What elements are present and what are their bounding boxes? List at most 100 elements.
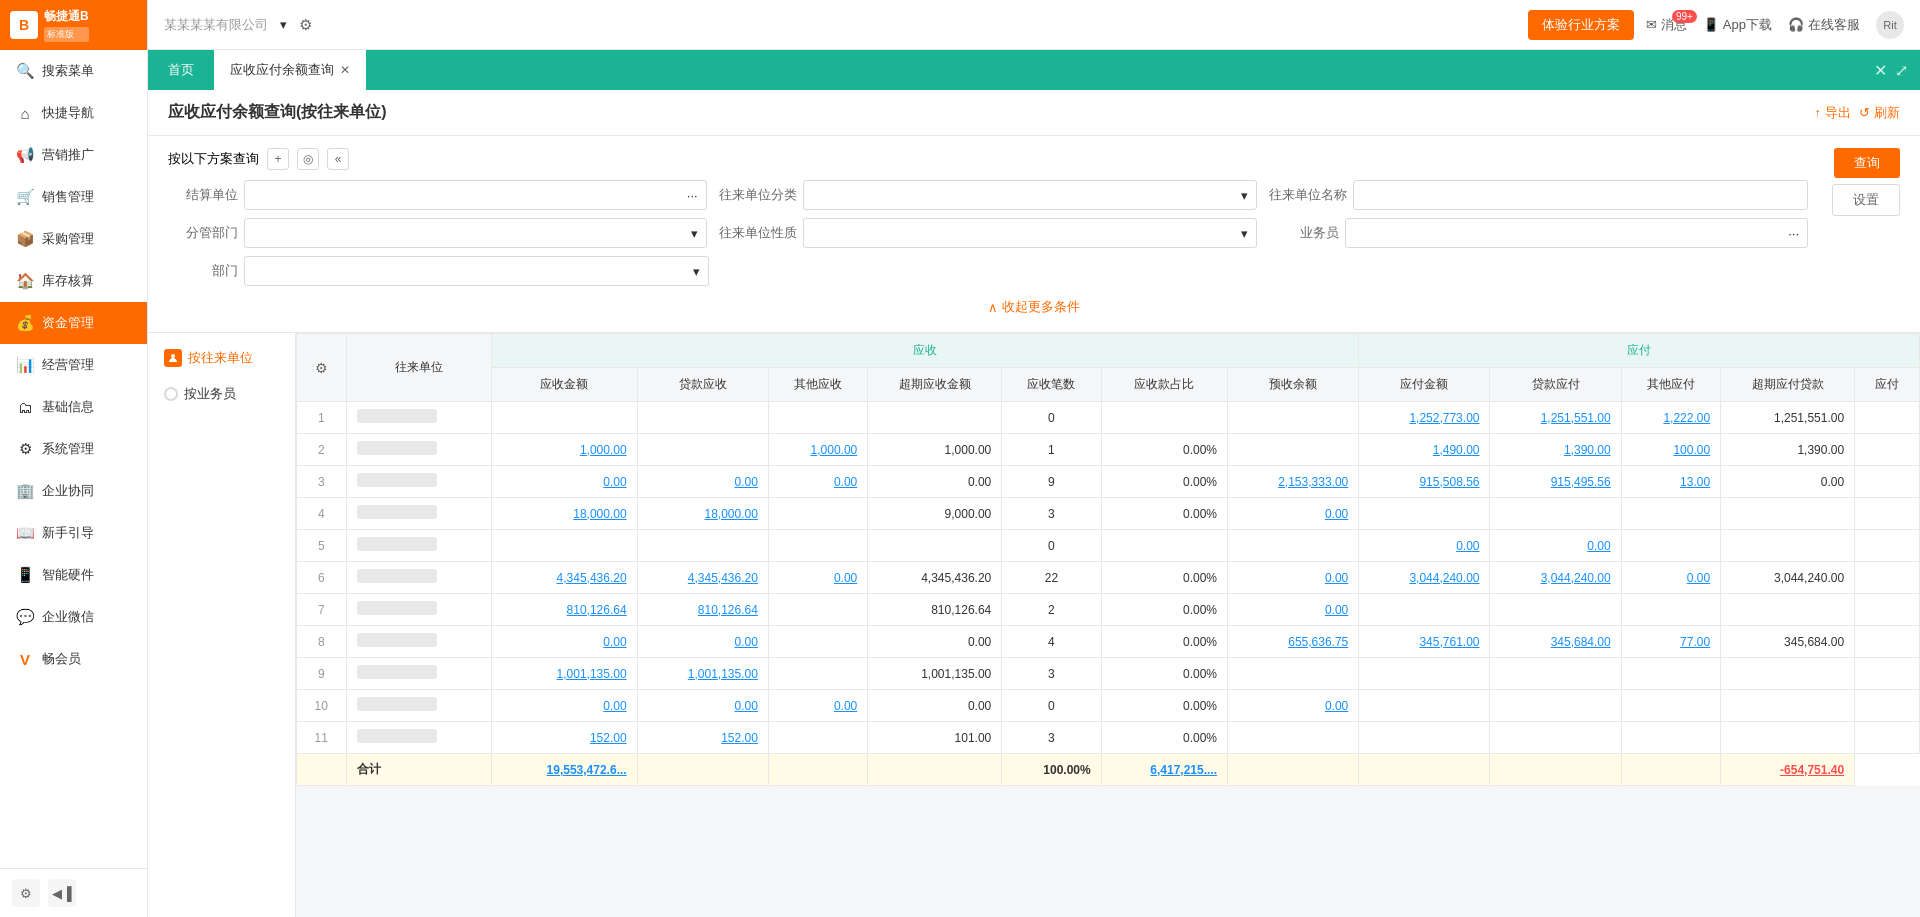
export-btn[interactable]: ↑ 导出 bbox=[1815, 104, 1852, 122]
cell-value[interactable]: 810,126.64 bbox=[637, 594, 768, 626]
tab-home[interactable]: 首页 bbox=[148, 50, 214, 90]
cell-value[interactable]: 0.00 bbox=[1621, 562, 1720, 594]
online-service-action[interactable]: 🎧 在线客服 bbox=[1788, 16, 1860, 34]
cell-value[interactable]: 3,044,240.00 bbox=[1490, 562, 1621, 594]
sidebar-item-search[interactable]: 🔍 搜索菜单 bbox=[0, 50, 147, 92]
footer-prepaid-total[interactable]: 6,417,215.... bbox=[1101, 754, 1227, 786]
sidebar-item-member[interactable]: V 畅会员 bbox=[0, 638, 147, 680]
tab-receivable[interactable]: 应收应付余额查询 ✕ bbox=[214, 50, 366, 90]
sidebar-item-finance[interactable]: 💰 资金管理 bbox=[0, 302, 147, 344]
unit-category-select[interactable]: ▾ bbox=[803, 180, 1258, 210]
cell-value[interactable]: 1,001,135.00 bbox=[492, 658, 638, 690]
cell-value[interactable]: 4,345,436.20 bbox=[637, 562, 768, 594]
cell-value[interactable]: 0.00 bbox=[1228, 594, 1359, 626]
sidebar-item-basic[interactable]: 🗂 基础信息 bbox=[0, 386, 147, 428]
tab-close-window-icon[interactable]: ✕ bbox=[1874, 61, 1887, 80]
cell-value[interactable]: 810,126.64 bbox=[492, 594, 638, 626]
cell-value[interactable]: 1,390.00 bbox=[1490, 434, 1621, 466]
sidebar-item-inventory[interactable]: 🏠 库存核算 bbox=[0, 260, 147, 302]
solution-btn[interactable]: 体验行业方案 bbox=[1528, 10, 1634, 40]
left-panel-item-byunit[interactable]: 按往来单位 bbox=[148, 341, 295, 375]
company-dropdown[interactable]: ▾ bbox=[280, 17, 287, 32]
cell-value[interactable]: 77.00 bbox=[1621, 626, 1720, 658]
cell-value[interactable]: 0.00 bbox=[637, 690, 768, 722]
tab-close-icon[interactable]: ✕ bbox=[340, 63, 350, 77]
sidebar-item-marketing[interactable]: 📢 营销推广 bbox=[0, 134, 147, 176]
cell-value[interactable]: 18,000.00 bbox=[492, 498, 638, 530]
cell-value[interactable]: 0.00 bbox=[492, 466, 638, 498]
sidebar-item-system[interactable]: ⚙ 系统管理 bbox=[0, 428, 147, 470]
set-btn[interactable]: 设置 bbox=[1832, 184, 1900, 216]
cell-value[interactable]: 0.00 bbox=[1359, 530, 1490, 562]
cell-value[interactable]: 1,222.00 bbox=[1621, 402, 1720, 434]
cell-value[interactable]: 0.00 bbox=[492, 626, 638, 658]
messages-action[interactable]: ✉ 消息 99+ bbox=[1646, 16, 1687, 34]
cell-value[interactable]: 915,508.56 bbox=[1359, 466, 1490, 498]
sidebar-item-wechat[interactable]: 💬 企业微信 bbox=[0, 596, 147, 638]
cell-value[interactable]: 655,636.75 bbox=[1228, 626, 1359, 658]
sidebar-item-operations[interactable]: 📊 经营管理 bbox=[0, 344, 147, 386]
cell-value[interactable]: 915,495.56 bbox=[1490, 466, 1621, 498]
cell-value[interactable]: 0.00 bbox=[637, 466, 768, 498]
settings-bottom-btn[interactable]: ⚙ bbox=[12, 879, 40, 907]
app-download-action[interactable]: 📱 App下载 bbox=[1703, 16, 1772, 34]
salesman-input[interactable]: ··· bbox=[1345, 218, 1808, 248]
jiesuan-input[interactable]: ··· bbox=[244, 180, 707, 210]
add-filter-btn[interactable]: + bbox=[267, 148, 289, 170]
gear-icon[interactable]: ⚙ bbox=[299, 16, 312, 34]
cell-empty bbox=[768, 530, 867, 562]
collapse-filter-btn[interactable]: « bbox=[327, 148, 349, 170]
cell-value[interactable]: 2,153,333.00 bbox=[1228, 466, 1359, 498]
cell-value[interactable]: 0.00 bbox=[492, 690, 638, 722]
cell-value[interactable]: 1,000.00 bbox=[492, 434, 638, 466]
collapse-btn[interactable]: ∧ 收起更多条件 bbox=[168, 294, 1900, 320]
cell-value[interactable]: 1,000.00 bbox=[768, 434, 867, 466]
cell-value[interactable]: 152.00 bbox=[637, 722, 768, 754]
tab-maximize-icon[interactable]: ⤢ bbox=[1895, 61, 1908, 80]
cell-value[interactable]: 100.00 bbox=[1621, 434, 1720, 466]
dept-select[interactable]: ▾ bbox=[244, 218, 707, 248]
table-wrapper[interactable]: ⚙ 往来单位 应收 应付 应收金额 贷款应收 其他应收 超期应收金额 应收笔数 bbox=[296, 333, 1920, 917]
cell-value[interactable]: 3,044,240.00 bbox=[1359, 562, 1490, 594]
table-settings-icon[interactable]: ⚙ bbox=[315, 360, 328, 376]
query-btn[interactable]: 查询 bbox=[1834, 148, 1900, 178]
sidebar-item-hardware[interactable]: 📱 智能硬件 bbox=[0, 554, 147, 596]
cell-value[interactable]: 0.00 bbox=[1228, 498, 1359, 530]
sidebar-item-sales[interactable]: 🛒 销售管理 bbox=[0, 176, 147, 218]
footer-pay-total[interactable]: -654,751.40 bbox=[1721, 754, 1855, 786]
cell-value[interactable]: 0.00 bbox=[768, 466, 867, 498]
department-select[interactable]: ▾ bbox=[244, 256, 709, 286]
left-panel-item-bysalesman[interactable]: 按业务员 bbox=[148, 377, 295, 411]
cell-value[interactable]: 13.00 bbox=[1621, 466, 1720, 498]
sidebar-item-enterprise[interactable]: 🏢 企业协同 bbox=[0, 470, 147, 512]
table-row: 10 0.00 0.00 0.00 0.00 0 0.00% 0.00 bbox=[297, 690, 1920, 722]
cell-value[interactable]: 1,490.00 bbox=[1359, 434, 1490, 466]
cell-value[interactable]: 0.00 bbox=[1490, 530, 1621, 562]
refresh-btn[interactable]: ↺ 刷新 bbox=[1859, 104, 1900, 122]
cell-value[interactable]: 0.00 bbox=[768, 690, 867, 722]
cell-value[interactable]: 1,001,135.00 bbox=[637, 658, 768, 690]
cell-value[interactable]: 345,761.00 bbox=[1359, 626, 1490, 658]
sidebar-item-purchase[interactable]: 📦 采购管理 bbox=[0, 218, 147, 260]
sidebar-item-quick[interactable]: ⌂ 快捷导航 bbox=[0, 92, 147, 134]
cell-value[interactable]: 0.00 bbox=[768, 562, 867, 594]
messages-badge: 99+ bbox=[1672, 10, 1697, 23]
cell-value[interactable]: 152.00 bbox=[492, 722, 638, 754]
settings-filter-btn[interactable]: ◎ bbox=[297, 148, 319, 170]
cell-value[interactable]: 18,000.00 bbox=[637, 498, 768, 530]
user-action[interactable]: Rit bbox=[1876, 11, 1904, 39]
footer-rec-total[interactable]: 19,553,472.6... bbox=[492, 754, 638, 786]
col-settings-header[interactable]: ⚙ bbox=[297, 334, 347, 402]
sidebar-item-guide[interactable]: 📖 新手引导 bbox=[0, 512, 147, 554]
cell-value[interactable]: 0.00 bbox=[1228, 562, 1359, 594]
cell-value[interactable]: 0.00 bbox=[1228, 690, 1359, 722]
cell-value[interactable]: 4,345,436.20 bbox=[492, 562, 638, 594]
unit-name-input[interactable] bbox=[1353, 180, 1808, 210]
cell-value[interactable]: 345,684.00 bbox=[1490, 626, 1621, 658]
cell-value[interactable]: 1,251,551.00 bbox=[1490, 402, 1621, 434]
cell-value[interactable]: 1,252,773.00 bbox=[1359, 402, 1490, 434]
collapse-btn-label: 收起更多条件 bbox=[1002, 298, 1080, 316]
cell-value[interactable]: 0.00 bbox=[637, 626, 768, 658]
collapse-sidebar-btn[interactable]: ◀▐ bbox=[48, 879, 76, 907]
unit-nature-select[interactable]: ▾ bbox=[803, 218, 1258, 248]
